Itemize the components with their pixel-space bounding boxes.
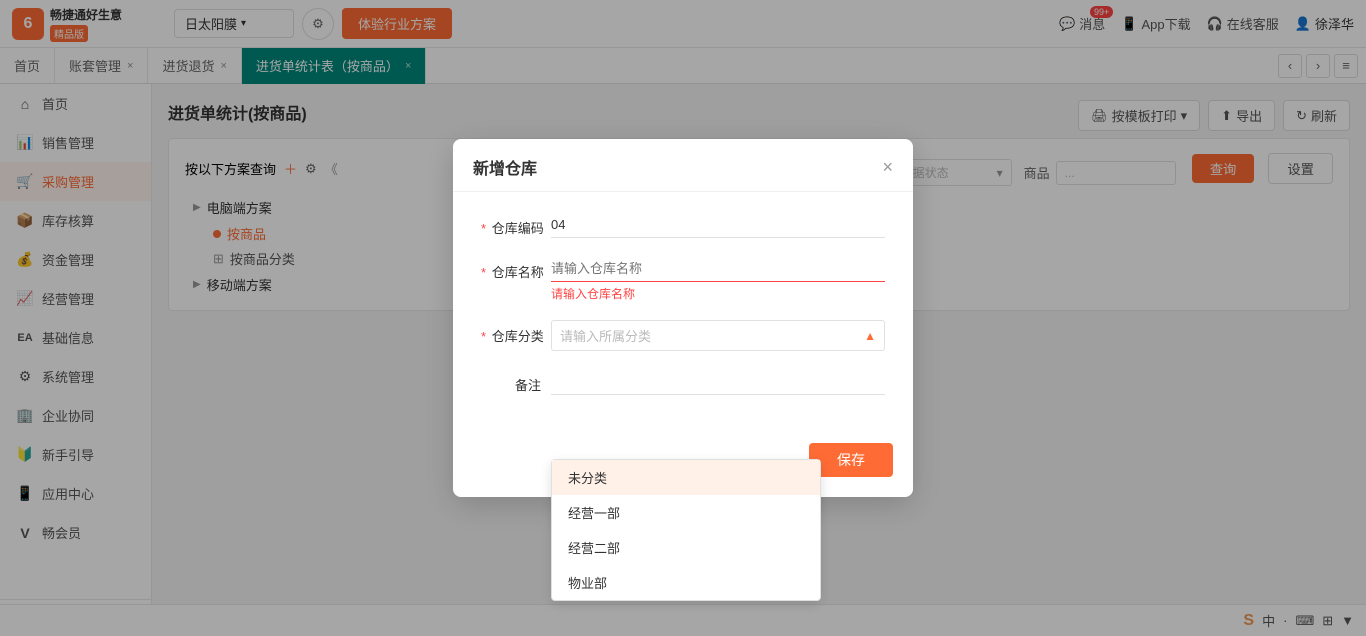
dropdown-item-1[interactable]: 经营一部 — [552, 495, 820, 530]
name-label: * 仓库名称 — [481, 256, 551, 281]
name-field: 请输入仓库名称 — [551, 256, 885, 302]
new-warehouse-modal: 新增仓库 × * 仓库编码 * 仓库名称 — [453, 139, 913, 497]
note-input[interactable] — [551, 369, 885, 395]
category-label: * 仓库分类 — [481, 320, 551, 345]
category-field-row: * 仓库分类 请输入所属分类 ▲ — [481, 320, 885, 351]
code-field — [551, 212, 885, 238]
name-input[interactable] — [551, 256, 885, 282]
modal-title: 新增仓库 — [473, 155, 537, 179]
name-error-tip: 请输入仓库名称 — [551, 285, 885, 302]
save-button[interactable]: 保存 — [809, 443, 893, 477]
note-field-row: 备注 — [481, 369, 885, 395]
category-dropdown-list: 未分类 经营一部 经营二部 物业部 — [551, 459, 821, 601]
note-label: 备注 — [481, 369, 551, 394]
note-field — [551, 369, 885, 395]
code-field-row: * 仓库编码 — [481, 212, 885, 238]
dropdown-item-0[interactable]: 未分类 — [552, 460, 820, 495]
code-input[interactable] — [551, 212, 885, 238]
dropdown-item-2[interactable]: 经营二部 — [552, 530, 820, 565]
dropdown-item-3[interactable]: 物业部 — [552, 565, 820, 600]
modal-close-button[interactable]: × — [882, 157, 893, 178]
category-field: 请输入所属分类 ▲ — [551, 320, 885, 351]
modal-header: 新增仓库 × — [453, 139, 913, 192]
modal-overlay[interactable]: 新增仓库 × * 仓库编码 * 仓库名称 — [0, 0, 1366, 636]
code-label: * 仓库编码 — [481, 212, 551, 237]
name-field-row: * 仓库名称 请输入仓库名称 — [481, 256, 885, 302]
category-dropdown[interactable]: 请输入所属分类 ▲ — [551, 320, 885, 351]
chevron-up-icon: ▲ — [864, 329, 876, 343]
modal-body: * 仓库编码 * 仓库名称 请输入仓库名称 — [453, 192, 913, 433]
